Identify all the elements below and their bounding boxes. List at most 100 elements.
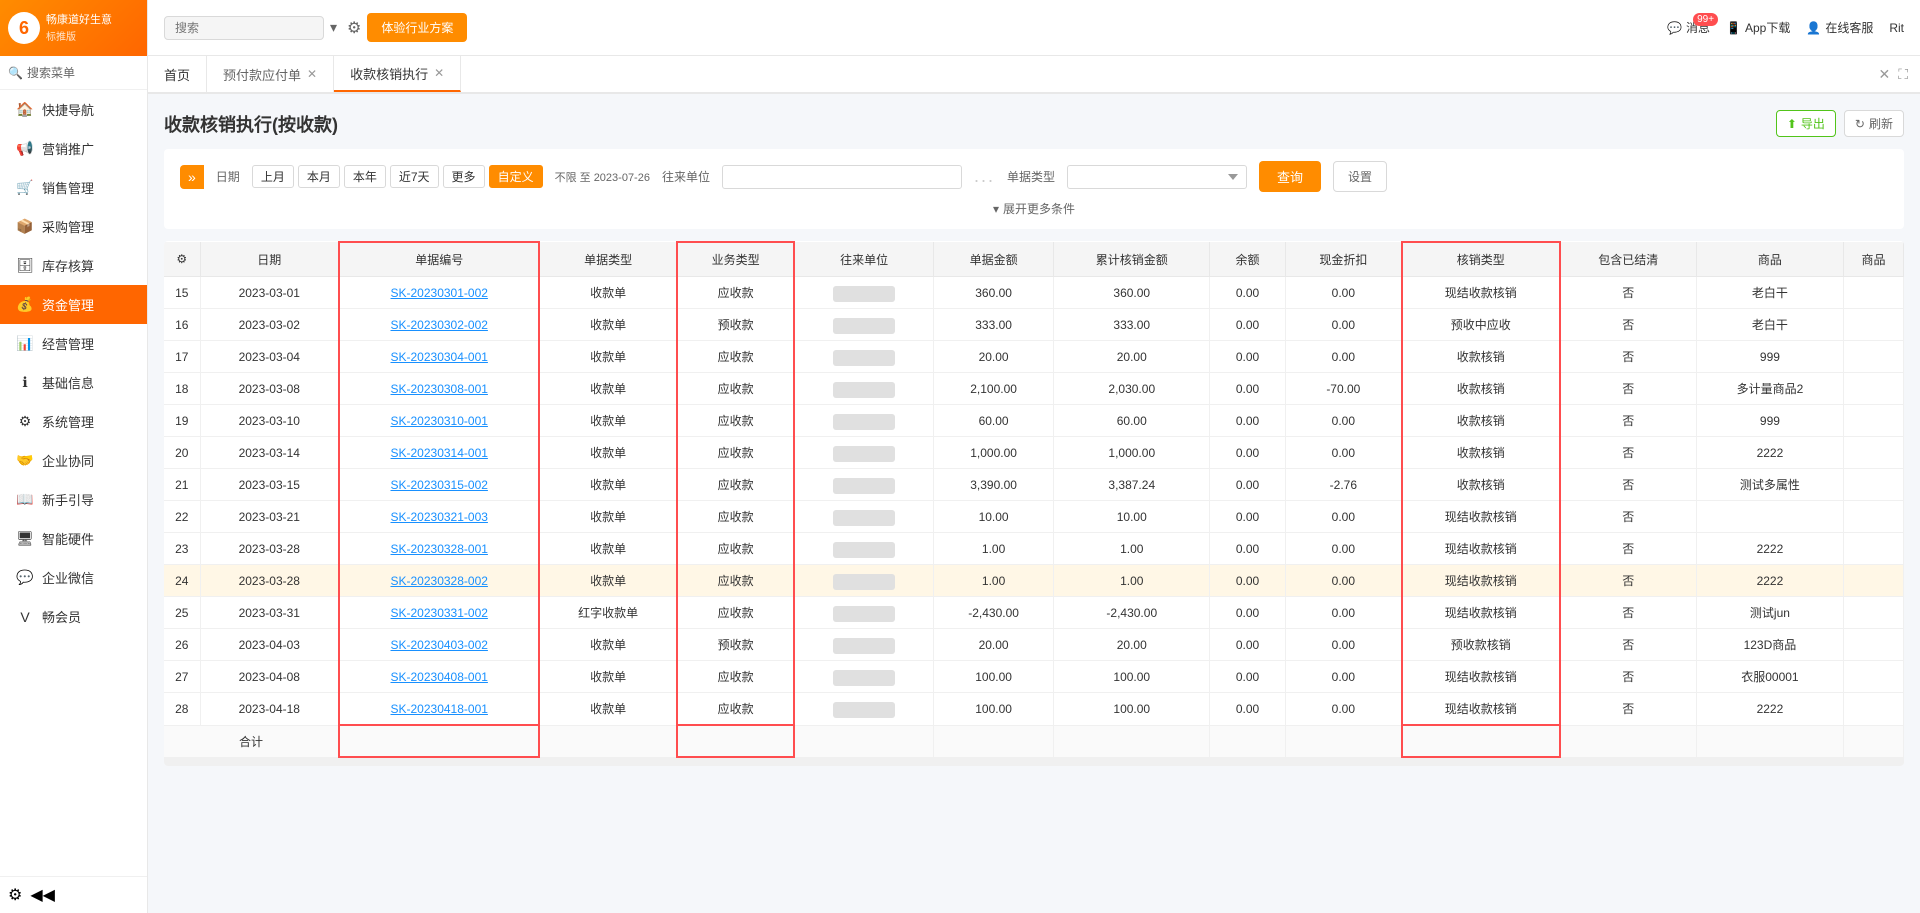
doc-no-link[interactable]: SK-20230418-001 — [391, 702, 488, 716]
table-row[interactable]: 15 2023-03-01 SK-20230301-002 收款单 应收款 36… — [164, 277, 1904, 309]
table-row[interactable]: 23 2023-03-28 SK-20230328-001 收款单 应收款 1.… — [164, 533, 1904, 565]
sidebar-item-purchase[interactable]: 📦 采购管理 — [0, 207, 147, 246]
sidebar-item-guide[interactable]: 📖 新手引导 — [0, 480, 147, 519]
td-doc-no[interactable]: SK-20230308-001 — [339, 373, 539, 405]
td-doc-no[interactable]: SK-20230302-002 — [339, 309, 539, 341]
td-doc-no[interactable]: SK-20230301-002 — [339, 277, 539, 309]
tab-receipt-exec[interactable]: 收款核销执行 ✕ — [334, 56, 461, 92]
sidebar-item-system[interactable]: ⚙ 系统管理 — [0, 402, 147, 441]
sidebar-search[interactable]: 🔍 搜索菜单 — [0, 56, 147, 90]
table-row[interactable]: 20 2023-03-14 SK-20230314-001 收款单 应收款 1,… — [164, 437, 1904, 469]
filter-expand-row[interactable]: ▾ 展开更多条件 — [180, 200, 1888, 217]
doc-no-link[interactable]: SK-20230403-002 — [391, 638, 488, 652]
table-row[interactable]: 19 2023-03-10 SK-20230310-001 收款单 应收款 60… — [164, 405, 1904, 437]
doc-no-link[interactable]: SK-20230328-002 — [391, 574, 488, 588]
tab-close-all-icon[interactable]: ✕ — [1878, 66, 1890, 83]
td-doc-no[interactable]: SK-20230315-002 — [339, 469, 539, 501]
industry-btn[interactable]: 体验行业方案 — [367, 13, 467, 42]
scrollbar-row[interactable] — [164, 757, 1904, 765]
table-row[interactable]: 25 2023-03-31 SK-20230331-002 红字收款单 应收款 … — [164, 597, 1904, 629]
filter-more-btn[interactable]: 更多 — [443, 165, 485, 188]
table-row[interactable]: 24 2023-03-28 SK-20230328-002 收款单 应收款 1.… — [164, 565, 1904, 597]
th-amount[interactable]: 单据金额 — [933, 242, 1053, 277]
td-doc-no[interactable]: SK-20230328-002 — [339, 565, 539, 597]
td-doc-no[interactable]: SK-20230310-001 — [339, 405, 539, 437]
table-row[interactable]: 26 2023-04-03 SK-20230403-002 收款单 预收款 20… — [164, 629, 1904, 661]
table-row[interactable]: 28 2023-04-18 SK-20230418-001 收款单 应收款 10… — [164, 693, 1904, 726]
topbar-app-btn[interactable]: 📱 App下载 — [1726, 19, 1790, 36]
th-cash-discount[interactable]: 现金折扣 — [1285, 242, 1402, 277]
sidebar-item-sales[interactable]: 🛒 销售管理 — [0, 168, 147, 207]
th-product[interactable]: 商品 — [1696, 242, 1843, 277]
td-doc-no[interactable]: SK-20230314-001 — [339, 437, 539, 469]
th-doc-type[interactable]: 单据类型 — [539, 242, 677, 277]
tab-expand-icon[interactable]: ⛶ — [1898, 66, 1908, 83]
sidebar-item-quick-nav[interactable]: 🏠 快捷导航 — [0, 90, 147, 129]
td-doc-no[interactable]: SK-20230403-002 — [339, 629, 539, 661]
td-doc-no[interactable]: SK-20230331-002 — [339, 597, 539, 629]
table-row[interactable]: 17 2023-03-04 SK-20230304-001 收款单 应收款 20… — [164, 341, 1904, 373]
filter-custom-btn[interactable]: 自定义 — [489, 165, 543, 188]
th-product2[interactable]: 商品 — [1844, 242, 1904, 277]
td-doc-no[interactable]: SK-20230304-001 — [339, 341, 539, 373]
tab-home[interactable]: 首页 — [148, 56, 207, 92]
table-row[interactable]: 21 2023-03-15 SK-20230315-002 收款单 应收款 3,… — [164, 469, 1904, 501]
doc-no-link[interactable]: SK-20230331-002 — [391, 606, 488, 620]
th-biz-type[interactable]: 业务类型 — [677, 242, 794, 277]
th-date[interactable]: 日期 — [200, 242, 339, 277]
sidebar-item-marketing[interactable]: 📢 营销推广 — [0, 129, 147, 168]
td-doc-no[interactable]: SK-20230408-001 — [339, 661, 539, 693]
topbar-msg-btn[interactable]: 💬 消息 99+ — [1667, 19, 1710, 36]
td-doc-no[interactable]: SK-20230321-003 — [339, 501, 539, 533]
th-cumulative[interactable]: 累计核销金额 — [1054, 242, 1210, 277]
filter-partner-input[interactable] — [722, 165, 962, 189]
th-cancel-type[interactable]: 核销类型 — [1402, 242, 1560, 277]
sidebar-item-hardware[interactable]: 🖥 智能硬件 — [0, 519, 147, 558]
th-include-settled[interactable]: 包含已结清 — [1560, 242, 1697, 277]
sidebar-item-basic[interactable]: ℹ 基础信息 — [0, 363, 147, 402]
filter-7days-btn[interactable]: 近7天 — [390, 165, 439, 188]
refresh-button[interactable]: ↻ 刷新 — [1844, 110, 1904, 137]
doc-no-link[interactable]: SK-20230328-001 — [391, 542, 488, 556]
sidebar-item-company[interactable]: 🤝 企业协同 — [0, 441, 147, 480]
sidebar-item-inventory[interactable]: 🗄 库存核算 — [0, 246, 147, 285]
topbar-user-label[interactable]: Rit — [1889, 21, 1904, 35]
doc-no-link[interactable]: SK-20230315-002 — [391, 478, 488, 492]
filter-expand-button[interactable]: » — [180, 165, 204, 189]
th-gear[interactable]: ⚙ — [164, 242, 200, 277]
filter-this-year-btn[interactable]: 本年 — [344, 165, 386, 188]
table-row[interactable]: 16 2023-03-02 SK-20230302-002 收款单 预收款 33… — [164, 309, 1904, 341]
filter-last-month-btn[interactable]: 上月 — [252, 165, 294, 188]
doc-no-link[interactable]: SK-20230308-001 — [391, 382, 488, 396]
table-row[interactable]: 22 2023-03-21 SK-20230321-003 收款单 应收款 10… — [164, 501, 1904, 533]
td-doc-no[interactable]: SK-20230328-001 — [339, 533, 539, 565]
th-balance[interactable]: 余额 — [1210, 242, 1286, 277]
th-partner[interactable]: 往来单位 — [794, 242, 933, 277]
collapse-icon[interactable]: ◀◀ — [30, 885, 55, 905]
topbar-gear-icon[interactable]: ⚙ — [347, 18, 361, 38]
topbar-service-btn[interactable]: 👤 在线客服 — [1806, 19, 1873, 36]
filter-this-month-btn[interactable]: 本月 — [298, 165, 340, 188]
sidebar-item-wechat[interactable]: 💬 企业微信 — [0, 558, 147, 597]
filter-doc-type-select[interactable] — [1067, 165, 1247, 189]
topbar-search-input[interactable] — [164, 16, 324, 40]
sidebar-item-member[interactable]: V 畅会员 — [0, 597, 147, 636]
tab-prepay-close-icon[interactable]: ✕ — [307, 67, 317, 81]
tab-receipt-close-icon[interactable]: ✕ — [434, 66, 444, 80]
doc-no-link[interactable]: SK-20230408-001 — [391, 670, 488, 684]
settings-gear-icon[interactable]: ⚙ — [8, 885, 22, 905]
table-row[interactable]: 27 2023-04-08 SK-20230408-001 收款单 应收款 10… — [164, 661, 1904, 693]
sidebar-item-capital[interactable]: 💰 资金管理 — [0, 285, 147, 324]
sidebar-item-operations[interactable]: 📊 经营管理 — [0, 324, 147, 363]
table-row[interactable]: 18 2023-03-08 SK-20230308-001 收款单 应收款 2,… — [164, 373, 1904, 405]
query-button[interactable]: 查询 — [1259, 161, 1321, 192]
doc-no-link[interactable]: SK-20230304-001 — [391, 350, 488, 364]
tab-prepay-orders[interactable]: 预付款应付单 ✕ — [207, 56, 334, 92]
topbar-dropdown-icon[interactable]: ▾ — [330, 19, 337, 36]
td-doc-no[interactable]: SK-20230418-001 — [339, 693, 539, 726]
export-button[interactable]: ⬆ 导出 — [1776, 110, 1836, 137]
doc-no-link[interactable]: SK-20230310-001 — [391, 414, 488, 428]
doc-no-link[interactable]: SK-20230301-002 — [391, 286, 488, 300]
doc-no-link[interactable]: SK-20230321-003 — [391, 510, 488, 524]
doc-no-link[interactable]: SK-20230302-002 — [391, 318, 488, 332]
